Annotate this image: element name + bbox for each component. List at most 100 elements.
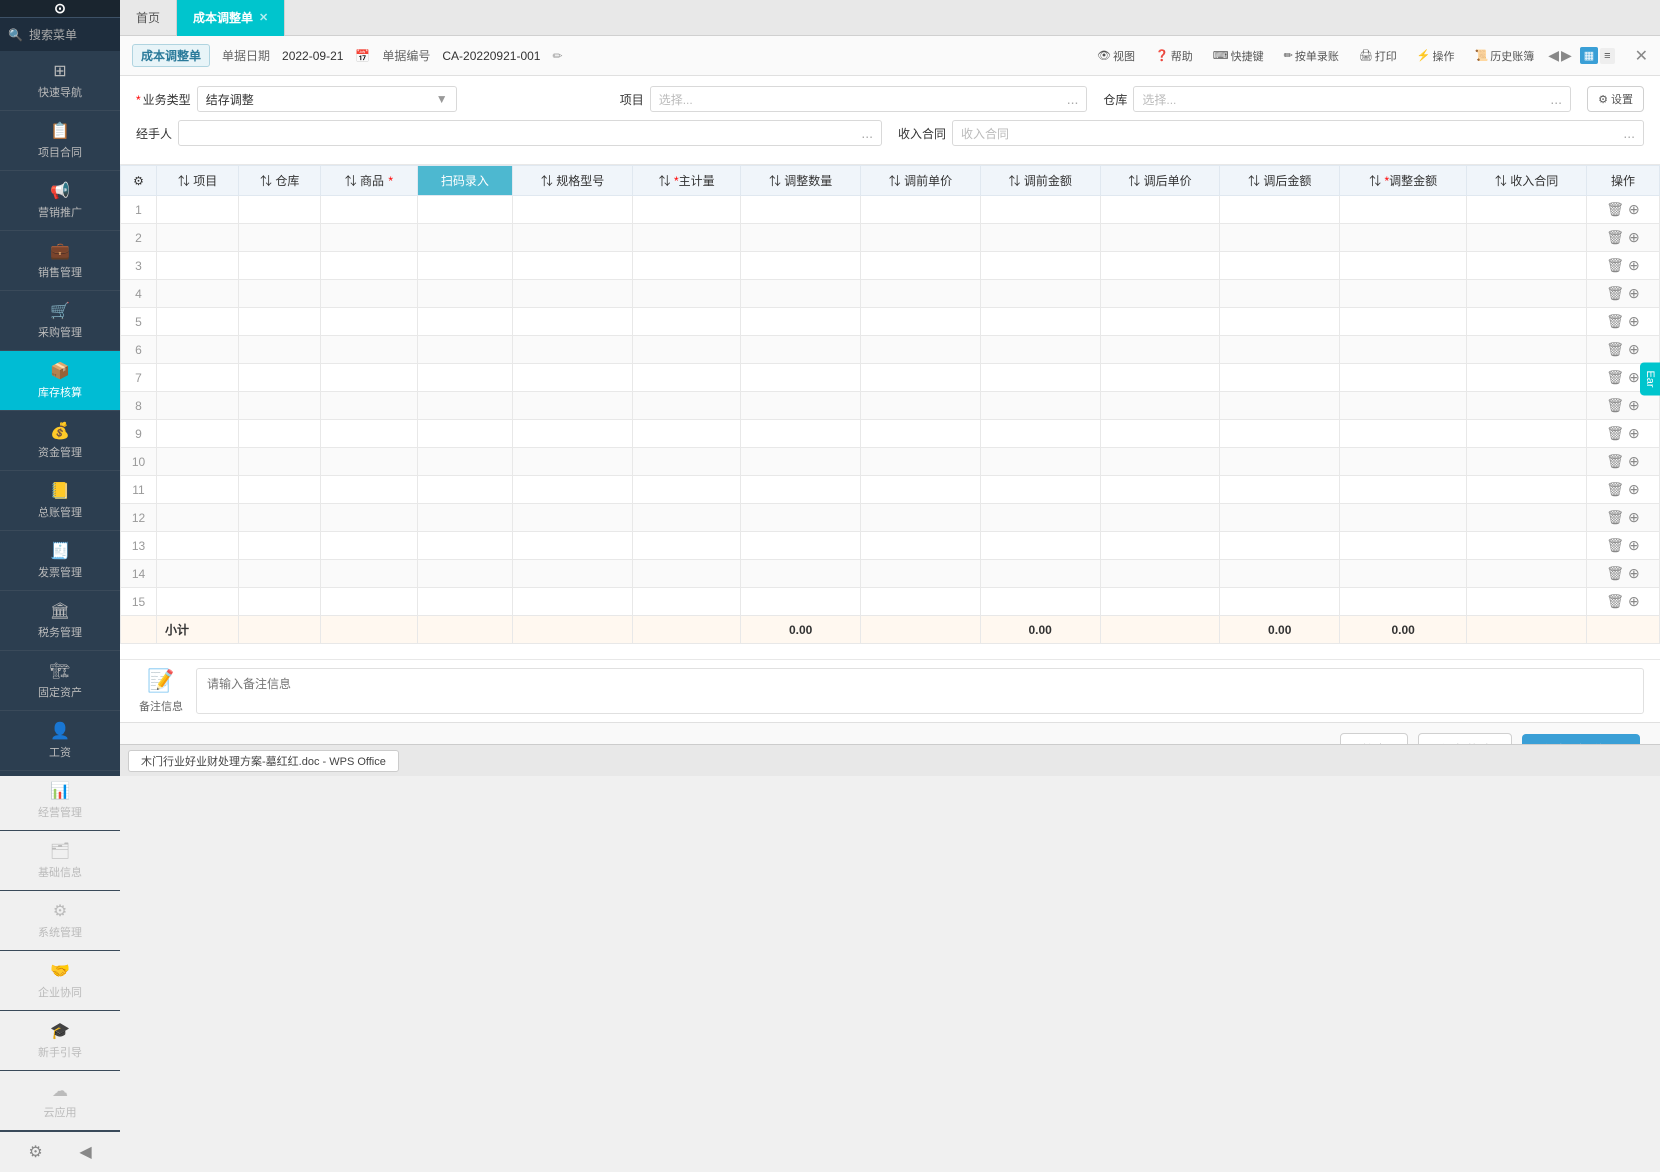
cell-before-price-9[interactable]: [861, 420, 981, 448]
sort-icon-adj[interactable]: ⇅: [1369, 174, 1381, 188]
delete-btn-5[interactable]: 🗑: [1606, 313, 1624, 330]
cell-before-price-2[interactable]: [861, 224, 981, 252]
cell-after-amount-4[interactable]: [1220, 280, 1340, 308]
cell-goods-8[interactable]: [321, 392, 417, 420]
cell-adjust-qty-13[interactable]: [741, 532, 861, 560]
cell-spec-10[interactable]: [513, 448, 633, 476]
sort-icon-qty[interactable]: ⇅: [769, 174, 781, 188]
cell-adjust-qty-2[interactable]: [741, 224, 861, 252]
cell-after-amount-7[interactable]: [1220, 364, 1340, 392]
th-scan[interactable]: 扫码录入: [417, 166, 513, 196]
cell-after-amount-5[interactable]: [1220, 308, 1340, 336]
cell-warehouse-7[interactable]: [239, 364, 321, 392]
cell-project-7[interactable]: [157, 364, 239, 392]
cell-unit-5[interactable]: [632, 308, 740, 336]
cell-goods-7[interactable]: [321, 364, 417, 392]
delete-btn-6[interactable]: 🗑: [1606, 341, 1624, 358]
cell-before-amount-3[interactable]: [980, 252, 1100, 280]
delete-btn-13[interactable]: 🗑: [1606, 537, 1624, 554]
cell-spec-13[interactable]: [513, 532, 633, 560]
delete-btn-7[interactable]: 🗑: [1606, 369, 1624, 386]
cell-project-4[interactable]: [157, 280, 239, 308]
cell-adjust-amount-10[interactable]: [1340, 448, 1467, 476]
cell-goods-1[interactable]: [321, 196, 417, 224]
cell-before-amount-8[interactable]: [980, 392, 1100, 420]
cell-after-price-11[interactable]: [1100, 476, 1220, 504]
sidebar-item-corp-collab[interactable]: 🤝 企业协同: [0, 951, 120, 1011]
collapse-icon[interactable]: ◀: [79, 1142, 91, 1162]
copy-btn-7[interactable]: ⊕: [1628, 369, 1640, 386]
cell-before-amount-10[interactable]: [980, 448, 1100, 476]
cell-after-amount-1[interactable]: [1220, 196, 1340, 224]
cell-before-amount-14[interactable]: [980, 560, 1100, 588]
cell-adjust-qty-7[interactable]: [741, 364, 861, 392]
view-grid-icon[interactable]: ▦: [1580, 47, 1598, 64]
cell-after-price-3[interactable]: [1100, 252, 1220, 280]
cell-warehouse-1[interactable]: [239, 196, 321, 224]
copy-btn-6[interactable]: ⊕: [1628, 341, 1640, 358]
cell-warehouse-10[interactable]: [239, 448, 321, 476]
cell-goods-12[interactable]: [321, 504, 417, 532]
cell-before-price-8[interactable]: [861, 392, 981, 420]
nav-prev[interactable]: ◀: [1548, 47, 1559, 64]
sidebar-item-sales-promo[interactable]: 📢 营销推广: [0, 171, 120, 231]
cell-unit-1[interactable]: [632, 196, 740, 224]
cell-before-price-7[interactable]: [861, 364, 981, 392]
cell-spec-9[interactable]: [513, 420, 633, 448]
cell-project-14[interactable]: [157, 560, 239, 588]
copy-btn-5[interactable]: ⊕: [1628, 313, 1640, 330]
cell-adjust-qty-9[interactable]: [741, 420, 861, 448]
sidebar-item-sys-mgmt[interactable]: ⚙ 系统管理: [0, 891, 120, 951]
th-settings[interactable]: ⚙: [121, 166, 157, 196]
cell-adjust-amount-8[interactable]: [1340, 392, 1467, 420]
cell-adjust-qty-6[interactable]: [741, 336, 861, 364]
cell-income-contract-10[interactable]: [1467, 448, 1587, 476]
cell-income-contract-1[interactable]: [1467, 196, 1587, 224]
delete-btn-15[interactable]: 🗑: [1606, 593, 1624, 610]
cell-warehouse-12[interactable]: [239, 504, 321, 532]
cell-unit-8[interactable]: [632, 392, 740, 420]
cell-warehouse-9[interactable]: [239, 420, 321, 448]
cell-after-price-2[interactable]: [1100, 224, 1220, 252]
sidebar-item-payroll[interactable]: 👤 工资: [0, 711, 120, 771]
cell-warehouse-11[interactable]: [239, 476, 321, 504]
delete-btn-3[interactable]: 🗑: [1606, 257, 1624, 274]
cell-goods-15[interactable]: [321, 588, 417, 616]
cell-goods-3[interactable]: [321, 252, 417, 280]
sidebar-item-cloud-apps[interactable]: ☁ 云应用: [0, 1071, 120, 1131]
cell-warehouse-3[interactable]: [239, 252, 321, 280]
cell-before-price-1[interactable]: [861, 196, 981, 224]
cell-before-amount-5[interactable]: [980, 308, 1100, 336]
cell-spec-14[interactable]: [513, 560, 633, 588]
cell-unit-15[interactable]: [632, 588, 740, 616]
cell-adjust-qty-5[interactable]: [741, 308, 861, 336]
cell-before-amount-4[interactable]: [980, 280, 1100, 308]
cell-warehouse-5[interactable]: [239, 308, 321, 336]
cell-before-amount-11[interactable]: [980, 476, 1100, 504]
sidebar-search[interactable]: 🔍 搜索菜单: [0, 18, 120, 51]
copy-btn-9[interactable]: ⊕: [1628, 425, 1640, 442]
cell-income-contract-3[interactable]: [1467, 252, 1587, 280]
cell-spec-2[interactable]: [513, 224, 633, 252]
cell-after-price-5[interactable]: [1100, 308, 1220, 336]
income-contract-input[interactable]: 收入合同 ...: [952, 120, 1644, 146]
cell-spec-4[interactable]: [513, 280, 633, 308]
sort-icon-ic[interactable]: ⇅: [1495, 174, 1507, 188]
sidebar-item-ops-mgmt[interactable]: 📊 经营管理: [0, 771, 120, 831]
sidebar-item-sales-mgmt[interactable]: 💼 销售管理: [0, 231, 120, 291]
cell-after-price-9[interactable]: [1100, 420, 1220, 448]
cell-before-amount-1[interactable]: [980, 196, 1100, 224]
cell-before-price-6[interactable]: [861, 336, 981, 364]
sort-icon-aa[interactable]: ⇅: [1248, 174, 1260, 188]
delete-btn-4[interactable]: 🗑: [1606, 285, 1624, 302]
cell-after-amount-12[interactable]: [1220, 504, 1340, 532]
help-btn[interactable]: ❓ 帮助: [1149, 46, 1199, 66]
cell-after-amount-15[interactable]: [1220, 588, 1340, 616]
cell-after-price-4[interactable]: [1100, 280, 1220, 308]
cell-unit-7[interactable]: [632, 364, 740, 392]
cell-spec-12[interactable]: [513, 504, 633, 532]
cell-goods-5[interactable]: [321, 308, 417, 336]
cell-project-8[interactable]: [157, 392, 239, 420]
cell-adjust-qty-4[interactable]: [741, 280, 861, 308]
cell-spec-11[interactable]: [513, 476, 633, 504]
